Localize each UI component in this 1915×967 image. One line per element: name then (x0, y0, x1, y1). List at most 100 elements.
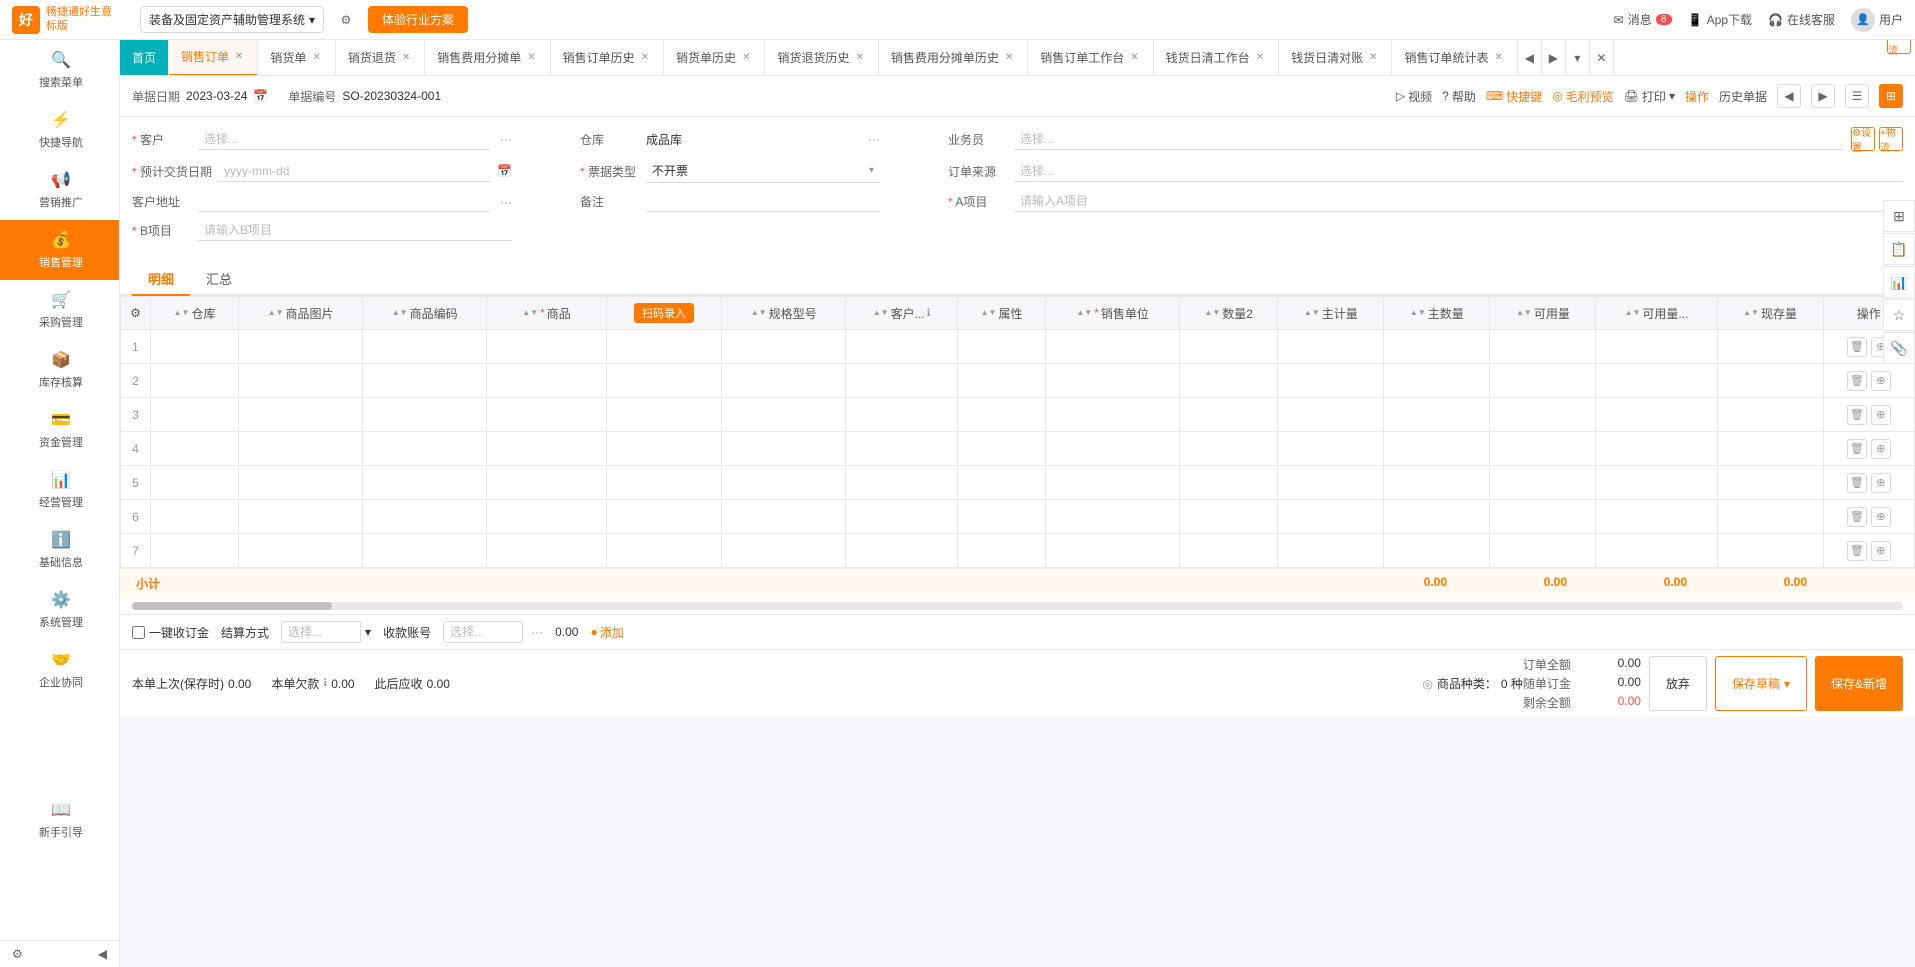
sidebar-item-inventory[interactable]: 📦 库存核算 (0, 340, 119, 400)
message-button[interactable]: ✉ 消息 8 (1614, 11, 1672, 28)
account-more-icon[interactable]: ··· (531, 625, 543, 639)
delete-row-2-button[interactable]: 🗑 (1847, 371, 1867, 391)
tab-close-sales-return[interactable]: ✕ (400, 51, 412, 64)
copy-row-2-button[interactable]: ⊕ (1871, 371, 1891, 391)
calendar-icon[interactable]: 📅 (253, 89, 268, 103)
tab-next-button[interactable]: ▶ (1542, 40, 1566, 76)
view-button[interactable]: ▷ 视频 (1396, 88, 1432, 105)
sidebar-item-cooperation[interactable]: 🤝 企业协同 (0, 640, 119, 700)
one-click-payment-checkbox[interactable]: 一键收订金 (132, 624, 209, 641)
settings-side-button[interactable]: ⚙设置 (1851, 127, 1875, 151)
shortcut-button[interactable]: ⌨ 快捷键 (1486, 88, 1542, 105)
scrollbar-track[interactable] (132, 602, 1903, 610)
cell-main-unit-2[interactable] (1278, 364, 1384, 398)
cell-product-1[interactable] (487, 330, 607, 364)
save-draft-button[interactable]: 保存草稿 ▾ (1715, 656, 1807, 711)
tab-order-history[interactable]: 销售订单历史 ✕ (551, 40, 664, 76)
tab-prev-button[interactable]: ◀ (1518, 40, 1542, 76)
settlement-select[interactable]: ▾ (281, 621, 371, 643)
sidebar-collapse-icon[interactable]: ◀ (98, 947, 107, 961)
cell-customer-code-1[interactable] (846, 330, 958, 364)
cell-qty2-2[interactable] (1180, 364, 1278, 398)
prev-record-button[interactable]: ◀ (1777, 84, 1801, 108)
list-view-button[interactable]: ☰ (1845, 84, 1869, 108)
delete-row-5-button[interactable]: 🗑 (1847, 473, 1867, 493)
invoice-select[interactable]: 不开票 ▾ (646, 159, 880, 183)
save-new-button[interactable]: 保存&新增 (1815, 656, 1903, 711)
calendar2-icon[interactable]: 📅 (497, 164, 512, 178)
tile-view-button[interactable]: ⊞ (1879, 84, 1903, 108)
tab-sales-goods[interactable]: 销货单 ✕ (258, 40, 335, 76)
tab-close-daily-workbench[interactable]: ✕ (1254, 51, 1266, 64)
sidebar-item-system[interactable]: ⚙️ 系统管理 (0, 580, 119, 640)
scrollbar-thumb[interactable] (132, 602, 332, 610)
tab-close-sales-expense[interactable]: ✕ (525, 51, 537, 64)
tab-close-goods-history[interactable]: ✕ (740, 51, 752, 64)
tab-return-history[interactable]: 销货退货历史 ✕ (765, 40, 878, 76)
settings-button[interactable]: ⚙ (332, 6, 360, 34)
sidebar-item-management[interactable]: 📊 经营管理 (0, 460, 119, 520)
side-action-3[interactable]: 📊 (1883, 266, 1915, 298)
delivery-input[interactable] (218, 161, 491, 182)
delete-row-7-button[interactable]: 🗑 (1847, 541, 1867, 561)
settlement-input[interactable] (281, 621, 361, 643)
cell-code-2[interactable] (363, 364, 487, 398)
tab-daily-reconcile[interactable]: 钱货日清对账 ✕ (1279, 40, 1392, 76)
cell-available2-2[interactable] (1596, 364, 1717, 398)
tab-close-expense-history[interactable]: ✕ (1003, 51, 1015, 64)
tab-goods-history[interactable]: 销货单历史 ✕ (664, 40, 765, 76)
tab-menu-button[interactable]: ▾ (1566, 40, 1590, 76)
add-field-button[interactable]: +物流 (1879, 127, 1903, 151)
cell-warehouse-2[interactable] (151, 364, 239, 398)
warehouse-more-icon[interactable]: ··· (868, 132, 880, 146)
copy-row-4-button[interactable]: ⊕ (1871, 439, 1891, 459)
side-action-1[interactable]: ⊞ (1883, 200, 1915, 232)
tab-detail[interactable]: 明细 (132, 263, 190, 296)
profit-button[interactable]: ◎ 毛利预览 (1552, 88, 1614, 105)
tab-close-all-button[interactable]: ✕ (1590, 40, 1614, 76)
cell-warehouse-1[interactable] (151, 330, 239, 364)
tab-close-sales-stats[interactable]: ✕ (1493, 51, 1505, 64)
cell-spec-1[interactable] (722, 330, 846, 364)
add-payment-button[interactable]: ● 添加 (590, 624, 623, 641)
print-button[interactable]: 🖨 打印 ▾ (1624, 88, 1675, 105)
tab-order-workbench[interactable]: 销售订单工作台 ✕ (1028, 40, 1153, 76)
sidebar-settings-icon[interactable]: ⚙ (12, 947, 23, 961)
scan-button[interactable]: 扫码录入 (634, 303, 694, 323)
industry-button[interactable]: 体验行业方案 (368, 6, 468, 33)
online-service-button[interactable]: 🎧 在线客服 (1768, 11, 1835, 28)
tab-close-sales-goods[interactable]: ✕ (310, 51, 322, 64)
delete-row-6-button[interactable]: 🗑 (1847, 507, 1867, 527)
cell-stock-2[interactable] (1717, 364, 1823, 398)
tab-summary[interactable]: 汇总 (190, 263, 248, 296)
tab-close-daily-reconcile[interactable]: ✕ (1367, 51, 1379, 64)
sidebar-item-guide[interactable]: 📖 新手引导 (0, 790, 119, 850)
cell-stock-1[interactable] (1717, 330, 1823, 364)
account-select[interactable]: ··· (443, 621, 543, 643)
sidebar-item-quick-nav[interactable]: ⚡ 快捷导航 (0, 100, 119, 160)
tab-sales-stats[interactable]: 销售订单统计表 ✕ (1392, 40, 1517, 76)
cell-spec-2[interactable] (722, 364, 846, 398)
next-record-button[interactable]: ▶ (1811, 84, 1835, 108)
discard-button[interactable]: 放弃 (1649, 656, 1707, 711)
cell-product-2[interactable] (487, 364, 607, 398)
cell-image-1[interactable] (239, 330, 363, 364)
delete-row-1-button[interactable]: 🗑 (1847, 337, 1867, 357)
cell-image-2[interactable] (239, 364, 363, 398)
account-input[interactable] (443, 621, 523, 643)
side-action-5[interactable]: 📎 (1883, 332, 1915, 364)
history-button[interactable]: 历史单据 (1719, 88, 1767, 105)
copy-row-5-button[interactable]: ⊕ (1871, 473, 1891, 493)
th-settings[interactable]: ⚙ (121, 297, 151, 330)
tab-expense-history[interactable]: 销售费用分摊单历史 ✕ (879, 40, 1028, 76)
delete-row-3-button[interactable]: 🗑 (1847, 405, 1867, 425)
address-more-icon[interactable]: ··· (500, 195, 512, 209)
operate-button[interactable]: 操作 (1685, 88, 1709, 105)
cell-unit-1[interactable] (1046, 330, 1180, 364)
customer-more-icon[interactable]: ··· (500, 132, 512, 146)
payment-checkbox[interactable] (132, 626, 145, 639)
cell-available-2[interactable] (1490, 364, 1596, 398)
tab-close-return-history[interactable]: ✕ (853, 51, 865, 64)
side-action-4[interactable]: ☆ (1883, 299, 1915, 331)
sidebar-item-purchase[interactable]: 🛒 采购管理 (0, 280, 119, 340)
